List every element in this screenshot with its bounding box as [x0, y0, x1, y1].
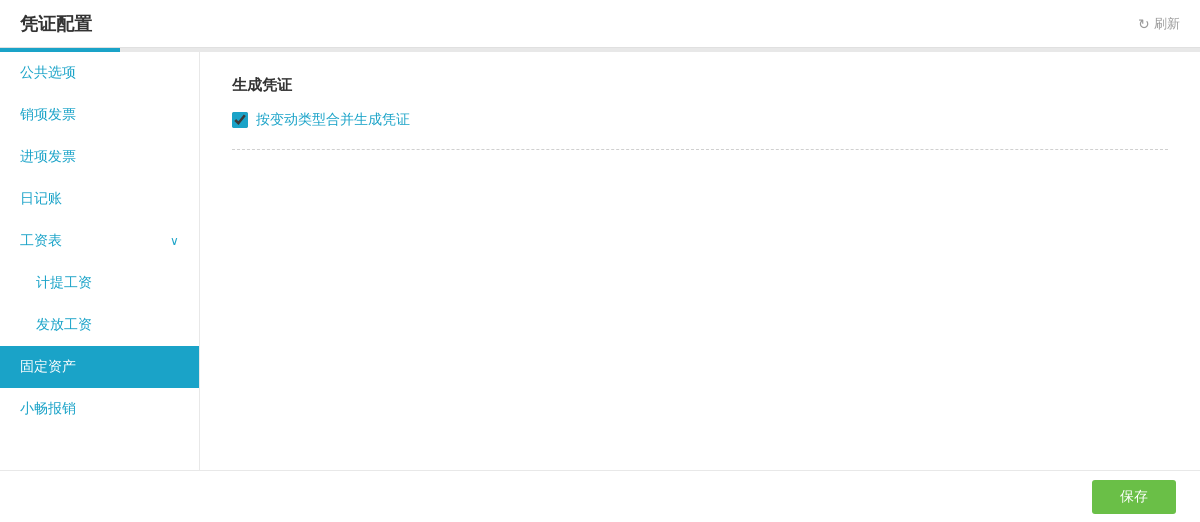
- sidebar-label-payroll-calc: 计提工资: [36, 274, 92, 292]
- merge-by-type-checkbox[interactable]: [232, 112, 248, 128]
- refresh-button[interactable]: ↻ 刷新: [1138, 15, 1180, 33]
- refresh-label: 刷新: [1154, 15, 1180, 33]
- refresh-icon: ↻: [1138, 16, 1150, 32]
- sidebar-label-payroll-pay: 发放工资: [36, 316, 92, 334]
- sidebar-item-payroll-table[interactable]: 工资表 ∨: [0, 220, 199, 262]
- sidebar-item-public-options[interactable]: 公共选项: [0, 52, 199, 94]
- content-area: 生成凭证 按变动类型合并生成凭证: [200, 52, 1200, 470]
- sidebar-item-payroll-pay[interactable]: 发放工资: [0, 304, 199, 346]
- sidebar-label-fixed-assets: 固定资产: [20, 358, 76, 376]
- sidebar-label-journal: 日记账: [20, 190, 62, 208]
- page-footer: 保存: [0, 470, 1200, 522]
- sidebar-item-payroll-calc[interactable]: 计提工资: [0, 262, 199, 304]
- checkbox-row: 按变动类型合并生成凭证: [232, 111, 1168, 129]
- section-title: 生成凭证: [232, 76, 1168, 95]
- merge-by-type-label[interactable]: 按变动类型合并生成凭证: [256, 111, 410, 129]
- page-title: 凭证配置: [20, 12, 92, 36]
- sidebar-label-sales-invoice: 销项发票: [20, 106, 76, 124]
- sidebar-item-expense-report[interactable]: 小畅报销: [0, 388, 199, 430]
- main-layout: 公共选项销项发票进项发票日记账工资表 ∨ 计提工资发放工资固定资产小畅报销 生成凭证…: [0, 52, 1200, 470]
- sidebar-item-journal[interactable]: 日记账: [0, 178, 199, 220]
- page-header: 凭证配置 ↻ 刷新: [0, 0, 1200, 48]
- sidebar-item-purchase-invoice[interactable]: 进项发票: [0, 136, 199, 178]
- sidebar-label-public-options: 公共选项: [20, 64, 76, 82]
- section-divider: [232, 149, 1168, 150]
- sidebar-item-fixed-assets[interactable]: 固定资产: [0, 346, 199, 388]
- chevron-down-icon: ∨: [170, 234, 179, 248]
- sidebar-label-purchase-invoice: 进项发票: [20, 148, 76, 166]
- sidebar-label-expense-report: 小畅报销: [20, 400, 76, 418]
- sidebar: 公共选项销项发票进项发票日记账工资表 ∨ 计提工资发放工资固定资产小畅报销: [0, 52, 200, 470]
- sidebar-item-sales-invoice[interactable]: 销项发票: [0, 94, 199, 136]
- sidebar-label-payroll-table: 工资表: [20, 232, 62, 250]
- save-button[interactable]: 保存: [1092, 480, 1176, 514]
